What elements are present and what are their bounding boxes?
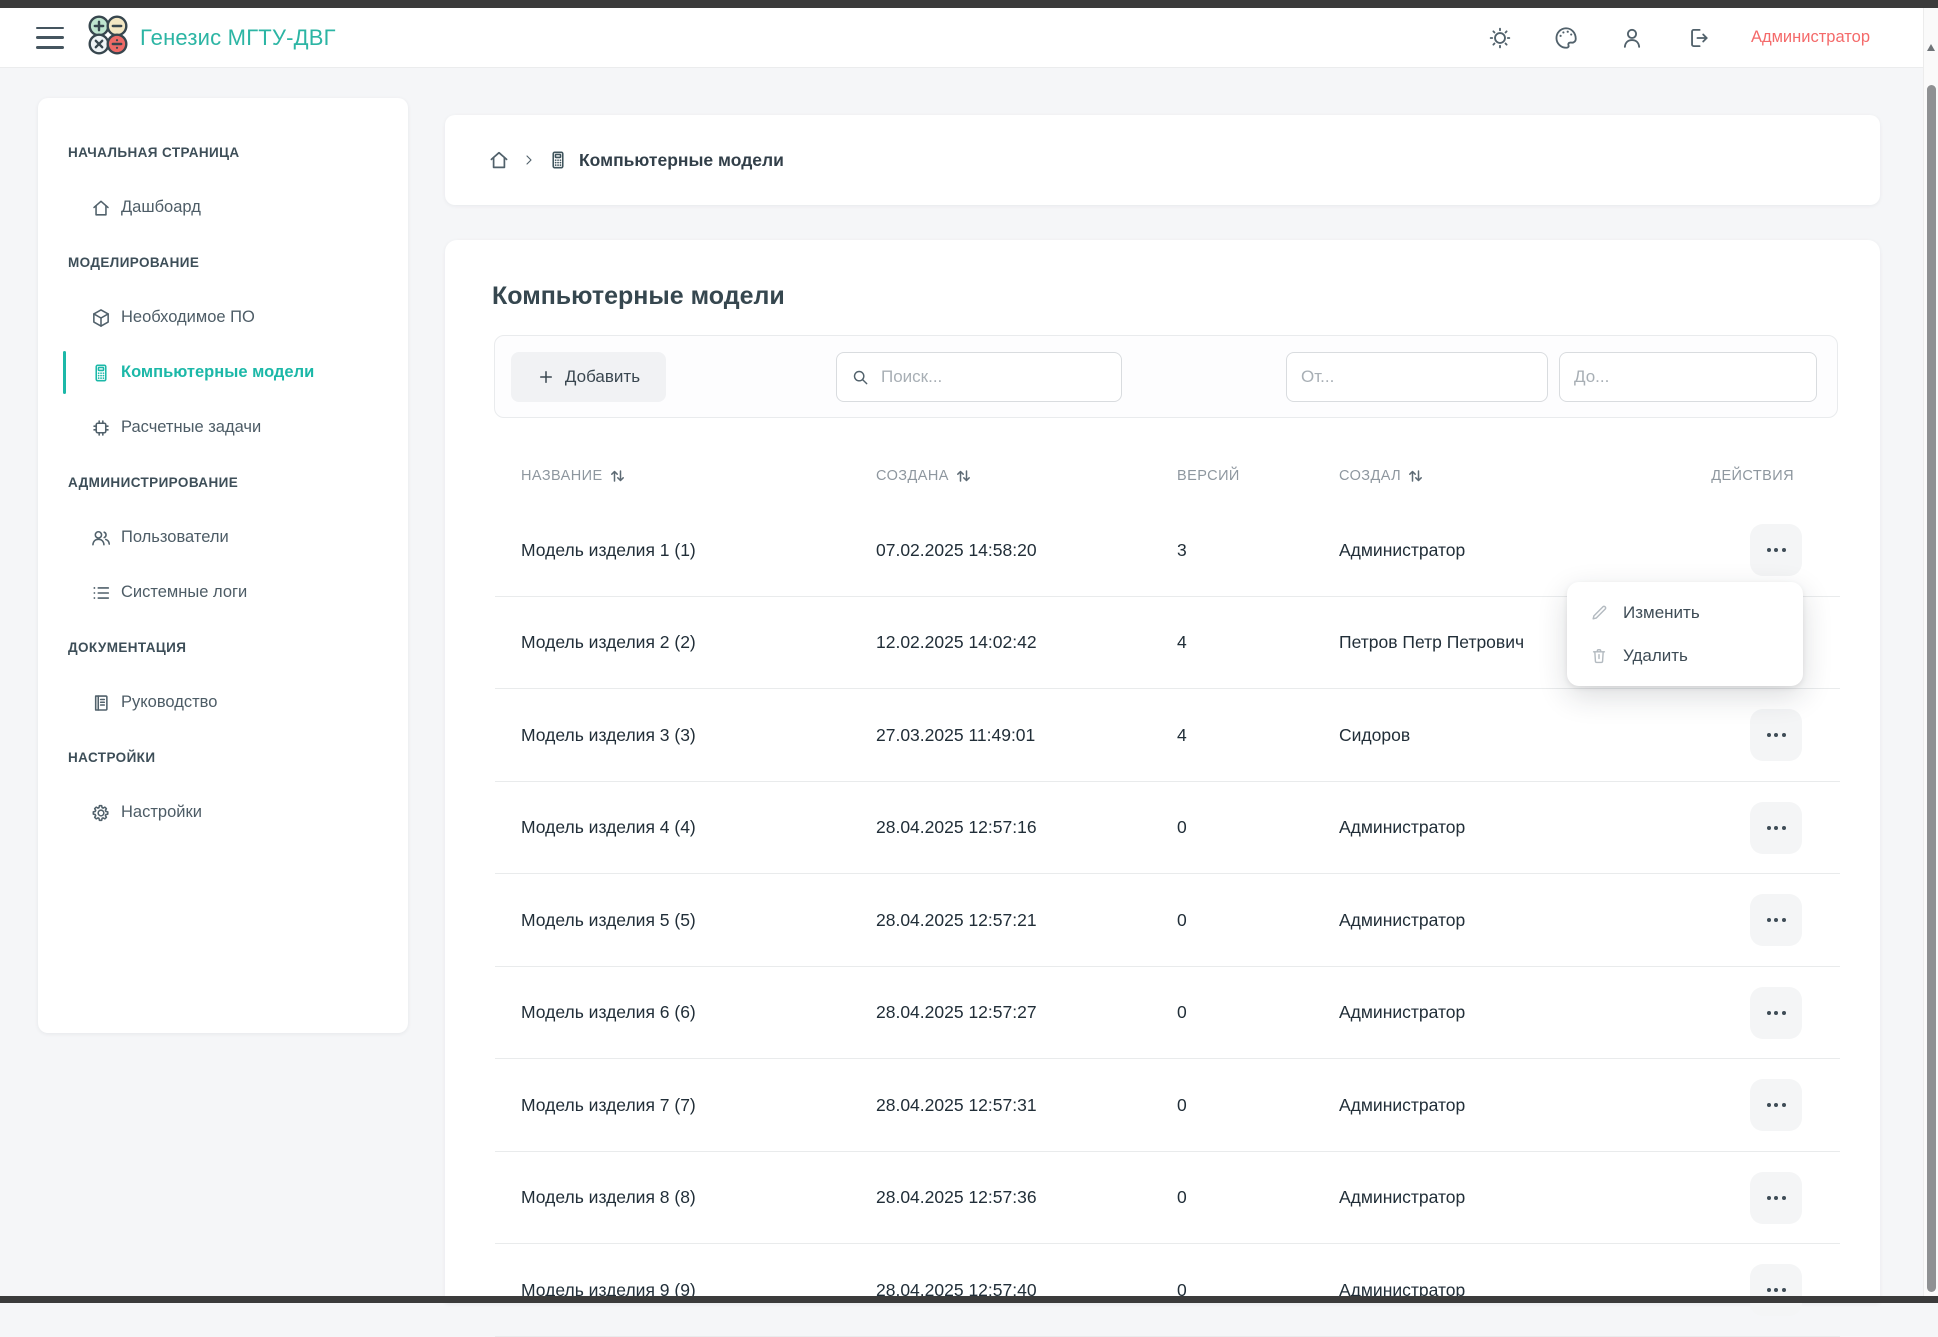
context-menu-edit[interactable]: Изменить [1567,591,1803,634]
scroll-up-arrow-icon[interactable] [1927,44,1935,51]
app-title: Генезис МГТУ-ДВГ [140,24,336,50]
row-actions-button[interactable] [1750,1264,1802,1317]
add-button[interactable]: Добавить [511,352,666,402]
sidebar-section-documentation: ДОКУМЕНТАЦИЯ [68,640,187,655]
sidebar-item-users[interactable]: Пользователи [38,510,408,565]
row-actions-button[interactable] [1750,986,1802,1039]
row-actions-button[interactable] [1750,801,1802,854]
computer-models-panel: Компьютерные модели Добавить НАЗВАНИЕ СО… [445,240,1880,1337]
book-icon [94,694,108,711]
menu-toggle-button[interactable] [36,26,64,49]
pencil-icon [1592,605,1607,620]
scrollbar-thumb[interactable] [1926,85,1936,1292]
breadcrumb: Компьютерные модели [445,115,1880,205]
page-title: Компьютерные модели [492,282,785,310]
cpu-icon [93,419,109,436]
column-header-created[interactable]: СОЗДАНА [876,468,1177,484]
sidebar-item-settings[interactable]: Настройки [38,785,408,840]
gear-icon [92,804,109,821]
breadcrumb-home-icon[interactable] [487,148,511,172]
table-toolbar: Добавить [494,335,1838,418]
date-to-input[interactable] [1559,352,1817,402]
users-icon [92,530,111,545]
table-row: Модель изделия 9 (9) 28.04.2025 12:57:40… [445,1244,1880,1337]
table-row: Модель изделия 8 (8) 28.04.2025 12:57:36… [445,1152,1880,1245]
table-row: Модель изделия 5 (5) 28.04.2025 12:57:21… [445,874,1880,967]
sort-icon [1409,470,1423,482]
trash-icon [1592,648,1606,663]
home-icon [93,200,109,216]
row-actions-button[interactable] [1750,894,1802,947]
breadcrumb-current-page: Компьютерные модели [579,149,784,170]
row-actions-button[interactable] [1750,524,1802,577]
sidebar-item-manual[interactable]: Руководство [38,675,408,730]
column-header-actions: ДЕЙСТВИЯ [1711,468,1794,484]
sidebar-section-modeling: МОДЕЛИРОВАНИЕ [68,255,200,270]
vertical-scrollbar[interactable] [1923,8,1938,1296]
date-from-input[interactable] [1286,352,1548,402]
user-profile-icon[interactable] [1619,25,1645,51]
table-row: Модель изделия 4 (4) 28.04.2025 12:57:16… [445,782,1880,875]
row-actions-button[interactable] [1750,1171,1802,1224]
column-header-creator[interactable]: СОЗДАЛ [1339,468,1690,484]
search-icon [853,370,868,385]
chevron-right-icon [526,155,532,165]
sidebar-section-administration: АДМИНИСТРИРОВАНИЕ [68,475,239,490]
sort-icon [956,470,970,482]
breadcrumb-page-icon [552,151,564,169]
sidebar-item-system-logs[interactable]: Системные логи [38,565,408,620]
sort-icon [610,470,624,482]
sidebar-section-home: НАЧАЛЬНАЯ СТРАНИЦА [68,145,240,160]
palette-icon[interactable] [1553,25,1579,51]
current-user-role[interactable]: Администратор [1751,28,1870,47]
column-header-name[interactable]: НАЗВАНИЕ [521,468,876,484]
table-header: НАЗВАНИЕ СОЗДАНА ВЕРСИЙ СОЗДАЛ ДЕЙСТВИЯ [445,452,1880,500]
row-actions-button[interactable] [1750,1079,1802,1132]
window-bottom-edge [0,1296,1938,1303]
table-row: Модель изделия 7 (7) 28.04.2025 12:57:31… [445,1059,1880,1152]
logout-icon[interactable] [1685,25,1711,51]
cube-icon [93,308,109,327]
table-row: Модель изделия 6 (6) 28.04.2025 12:57:27… [445,967,1880,1060]
sidebar: НАЧАЛЬНАЯ СТРАНИЦА Дашбоард МОДЕЛИРОВАНИ… [38,98,408,1033]
table-row: Модель изделия 3 (3) 27.03.2025 11:49:01… [445,689,1880,782]
sidebar-item-computation-tasks[interactable]: Расчетные задачи [38,400,408,455]
app-header: Генезис МГТУ-ДВГ Администратор [0,8,1923,68]
sidebar-item-dashboard[interactable]: Дашбоард [38,180,408,235]
calculator-icon [95,364,107,381]
sidebar-item-computer-models[interactable]: Компьютерные модели [38,345,408,400]
column-header-versions: ВЕРСИЙ [1177,468,1240,484]
theme-brightness-icon[interactable] [1487,25,1513,51]
window-top-edge [0,0,1938,8]
search-input[interactable] [836,352,1122,402]
logs-icon [93,586,110,599]
row-actions-button[interactable] [1750,709,1802,762]
context-menu-delete[interactable]: Удалить [1567,634,1803,677]
sidebar-item-required-software[interactable]: Необходимое ПО [38,290,408,345]
app-logo-icon [86,13,130,62]
sidebar-section-settings: НАСТРОЙКИ [68,750,156,765]
row-context-menu: Изменить Удалить [1567,582,1803,686]
plus-icon [539,371,552,383]
